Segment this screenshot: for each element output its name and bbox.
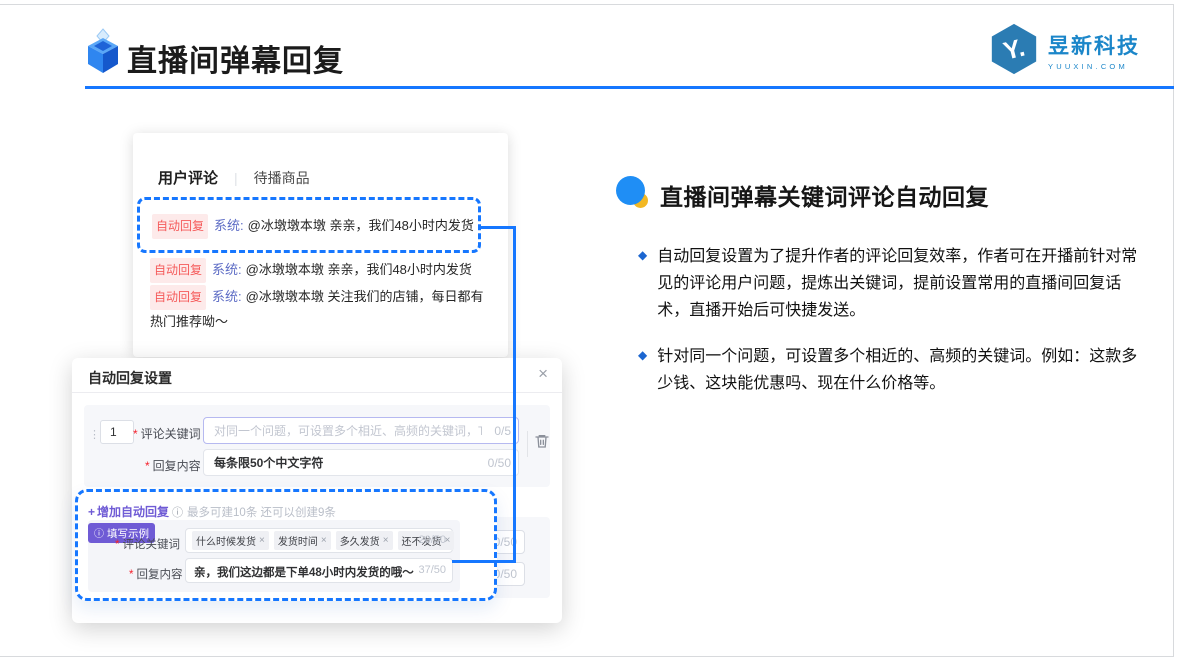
window-border-top: [0, 4, 1174, 5]
brand-name: 昱新科技: [1048, 35, 1140, 58]
keyword-label: * 评论关键词: [133, 427, 201, 441]
tab-divider: |: [234, 169, 238, 186]
reply-counter: 0/50: [487, 456, 511, 470]
required-mark: *: [115, 539, 120, 551]
feature-bubble-icon: [616, 176, 650, 210]
example-reply-input[interactable]: 亲，我们这边都是下单48小时内发货的哦～ 37/50: [185, 558, 453, 583]
bullet-text: 针对同一个问题，可设置多个相近的、高频的关键词。例如：这款多少钱、这块能优惠吗、…: [657, 348, 1138, 392]
dialog-title: 自动回复设置: [88, 370, 172, 386]
brand-domain: YUUXIN.COM: [1048, 62, 1128, 71]
comment-panel: 用户评论 | 待播商品 自动回复 系统: @冰墩墩本墩 亲亲，我们48小时内发货 自…: [133, 133, 508, 357]
required-mark: *: [145, 459, 150, 473]
window-border-bottom: [0, 656, 1174, 657]
keyword-chip: 多久发货 ×: [335, 531, 393, 550]
chip-close-icon[interactable]: ×: [259, 535, 265, 546]
delete-icon[interactable]: [534, 433, 550, 449]
bullet-text: 自动回复设置为了提升作者的评论回复效率，作者可在开播前针对常见的评论用户问题，提…: [657, 248, 1138, 319]
diamond-bullet-icon: ◆: [638, 248, 648, 262]
brand-hexagon-icon: Y.: [991, 23, 1037, 75]
connector-line: [452, 560, 516, 563]
cube-logo-icon: [88, 28, 118, 73]
required-mark: *: [129, 569, 134, 581]
example-reply-label: * 回复内容: [129, 569, 183, 581]
brand-logo: Y. 昱新科技 YUUXIN.COM: [988, 22, 1140, 76]
feature-bullet: ◆ 针对同一个问题，可设置多个相近的、高频的关键词。例如：这款多少钱、这块能优惠…: [638, 343, 1150, 397]
example-overlay: + 增加自动回复 ⓘ 最多可建10条 还可以创建9条 ⓘ 填写示例 * 评论关键词 什么时…: [75, 489, 497, 601]
add-hint: 最多可建10条 还可以创建9条: [187, 507, 336, 519]
connector-line: [481, 226, 516, 229]
auto-reply-message: 自动回复 系统: @冰墩墩本墩 关注我们的店铺，每日都有热门推荐呦～: [150, 285, 485, 333]
keyword-chip: 什么时候发货 ×: [192, 531, 269, 550]
example-keyword-label: * 评论关键词: [115, 539, 180, 551]
reply-rule-row: ⋮⋮ 1 *评论关键词 0/5 *回复内容 0/50: [84, 405, 550, 487]
rule-order-field[interactable]: 1: [100, 420, 134, 444]
feature-heading: 直播间弹幕关键词评论自动回复: [660, 184, 989, 210]
title-underline: [85, 86, 1174, 89]
info-icon: ⓘ: [172, 507, 184, 519]
dialog-header: 自动回复设置 ×: [72, 358, 562, 393]
row-divider: [527, 431, 528, 457]
auto-reply-settings-dialog: 自动回复设置 × ⋮⋮ 1 *评论关键词 0/5 *回复内容 0/50: [72, 358, 562, 623]
chip-close-icon[interactable]: ×: [383, 535, 389, 546]
keyword-input[interactable]: [204, 418, 518, 443]
required-mark: *: [133, 427, 138, 441]
auto-reply-badge: 自动回复: [150, 258, 207, 283]
close-icon[interactable]: ×: [538, 364, 548, 384]
example-reply-counter: 37/50: [418, 564, 446, 576]
add-auto-reply-button[interactable]: 增加自动回复: [97, 505, 169, 519]
tab-bar: 用户评论 | 待播商品: [158, 167, 310, 188]
reply-input[interactable]: [204, 450, 518, 475]
diamond-bullet-icon: ◆: [638, 348, 648, 362]
tab-user-comments[interactable]: 用户评论: [158, 167, 218, 188]
chip-close-icon[interactable]: ×: [321, 535, 327, 546]
highlighted-comment-box: 自动回复 系统: @冰墩墩本墩 亲亲，我们48小时内发货: [137, 197, 481, 253]
example-keyword-counter: 20/50: [418, 534, 446, 546]
message-text: @冰墩墩本墩 亲亲，我们48小时内发货: [245, 262, 472, 277]
plus-icon: +: [88, 505, 96, 519]
auto-reply-badge: 自动回复: [152, 214, 209, 239]
add-auto-reply-row: + 增加自动回复 ⓘ 最多可建10条 还可以创建9条: [88, 503, 336, 520]
reply-label: * 回复内容: [145, 459, 201, 473]
message-text: @冰墩墩本墩 亲亲，我们48小时内发货: [247, 218, 474, 233]
example-keyword-input[interactable]: 什么时候发货 × 发货时间 × 多久发货 × 还不发货 × 20/50: [185, 528, 455, 553]
page-title: 直播间弹幕回复: [127, 45, 344, 78]
page: 直播间弹幕回复 Y. 昱新科技 YUUXIN.COM 用户评论 | 待播商品 自…: [0, 0, 1180, 664]
connector-line: [513, 226, 516, 563]
keyword-counter: 0/5: [494, 424, 511, 438]
feature-bullet: ◆ 自动回复设置为了提升作者的评论回复效率，作者可在开播前针对常见的评论用户问题…: [638, 243, 1150, 324]
example-reply-text: 亲，我们这边都是下单48小时内发货的哦～: [194, 567, 414, 579]
keyword-chip: 发货时间 ×: [273, 531, 331, 550]
window-border-right: [1173, 4, 1174, 657]
info-icon: ⓘ: [94, 529, 104, 540]
auto-reply-badge: 自动回复: [150, 285, 207, 310]
auto-reply-message: 自动回复 系统: @冰墩墩本墩 亲亲，我们48小时内发货: [152, 214, 474, 239]
reply-input-wrap: 0/50: [203, 449, 519, 476]
auto-reply-message: 自动回复 系统: @冰墩墩本墩 亲亲，我们48小时内发货: [150, 258, 472, 283]
keyword-input-wrap: 0/5: [203, 417, 519, 444]
tab-pending-products[interactable]: 待播商品: [254, 168, 310, 188]
